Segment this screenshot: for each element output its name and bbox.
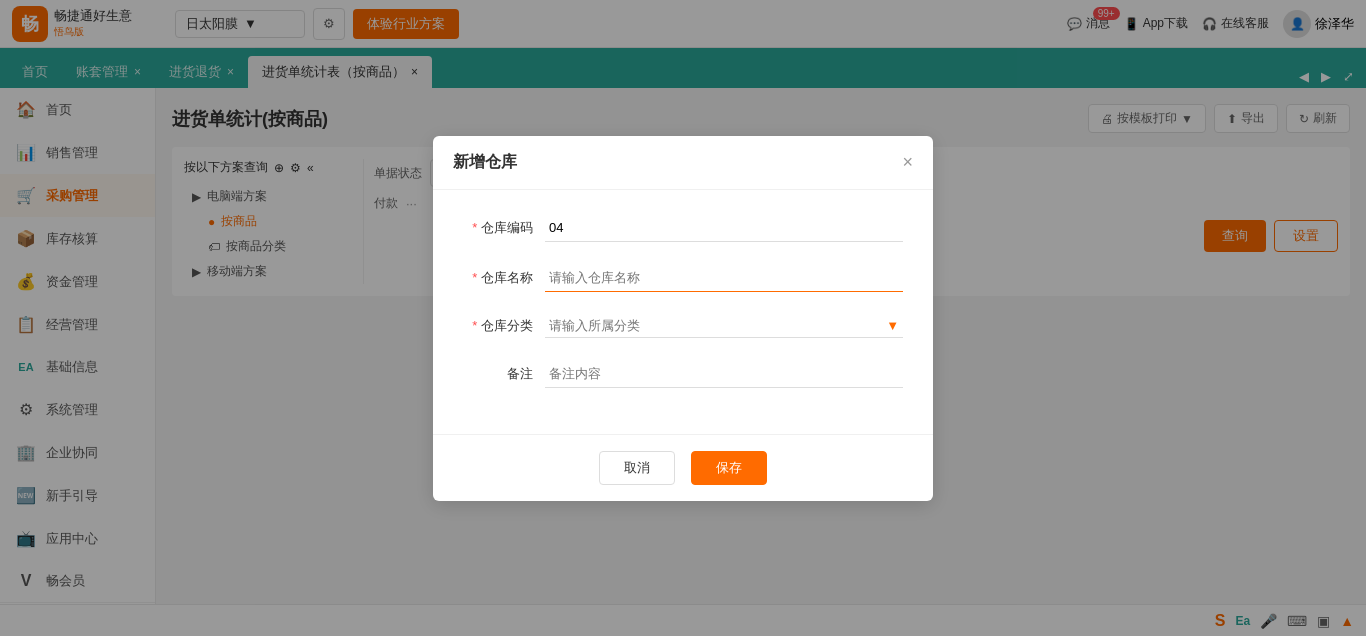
warehouse-category-select[interactable]: ▼	[545, 314, 903, 338]
modal-close-icon[interactable]: ×	[902, 152, 913, 173]
form-item-name: 仓库名称	[463, 264, 903, 292]
modal-overlay[interactable]: 新增仓库 × 仓库编码 仓库名称 仓库分类 ▼	[0, 0, 1366, 636]
warehouse-category-label: 仓库分类	[463, 317, 533, 335]
warehouse-code-label: 仓库编码	[463, 219, 533, 237]
remark-input[interactable]	[545, 360, 903, 388]
dropdown-arrow-icon: ▼	[886, 318, 899, 333]
remark-label: 备注	[463, 365, 533, 383]
modal-footer: 取消 保存	[433, 434, 933, 501]
modal-body: 仓库编码 仓库名称 仓库分类 ▼ 备注	[433, 190, 933, 434]
cancel-button[interactable]: 取消	[599, 451, 675, 485]
save-button[interactable]: 保存	[691, 451, 767, 485]
warehouse-category-input[interactable]	[549, 318, 886, 333]
warehouse-code-input[interactable]	[545, 214, 903, 242]
modal-title: 新增仓库	[453, 152, 517, 173]
modal-header: 新增仓库 ×	[433, 136, 933, 190]
form-item-code: 仓库编码	[463, 214, 903, 242]
warehouse-name-input[interactable]	[545, 264, 903, 292]
form-item-remark: 备注	[463, 360, 903, 388]
form-item-category: 仓库分类 ▼	[463, 314, 903, 338]
modal: 新增仓库 × 仓库编码 仓库名称 仓库分类 ▼	[433, 136, 933, 501]
warehouse-name-label: 仓库名称	[463, 269, 533, 287]
